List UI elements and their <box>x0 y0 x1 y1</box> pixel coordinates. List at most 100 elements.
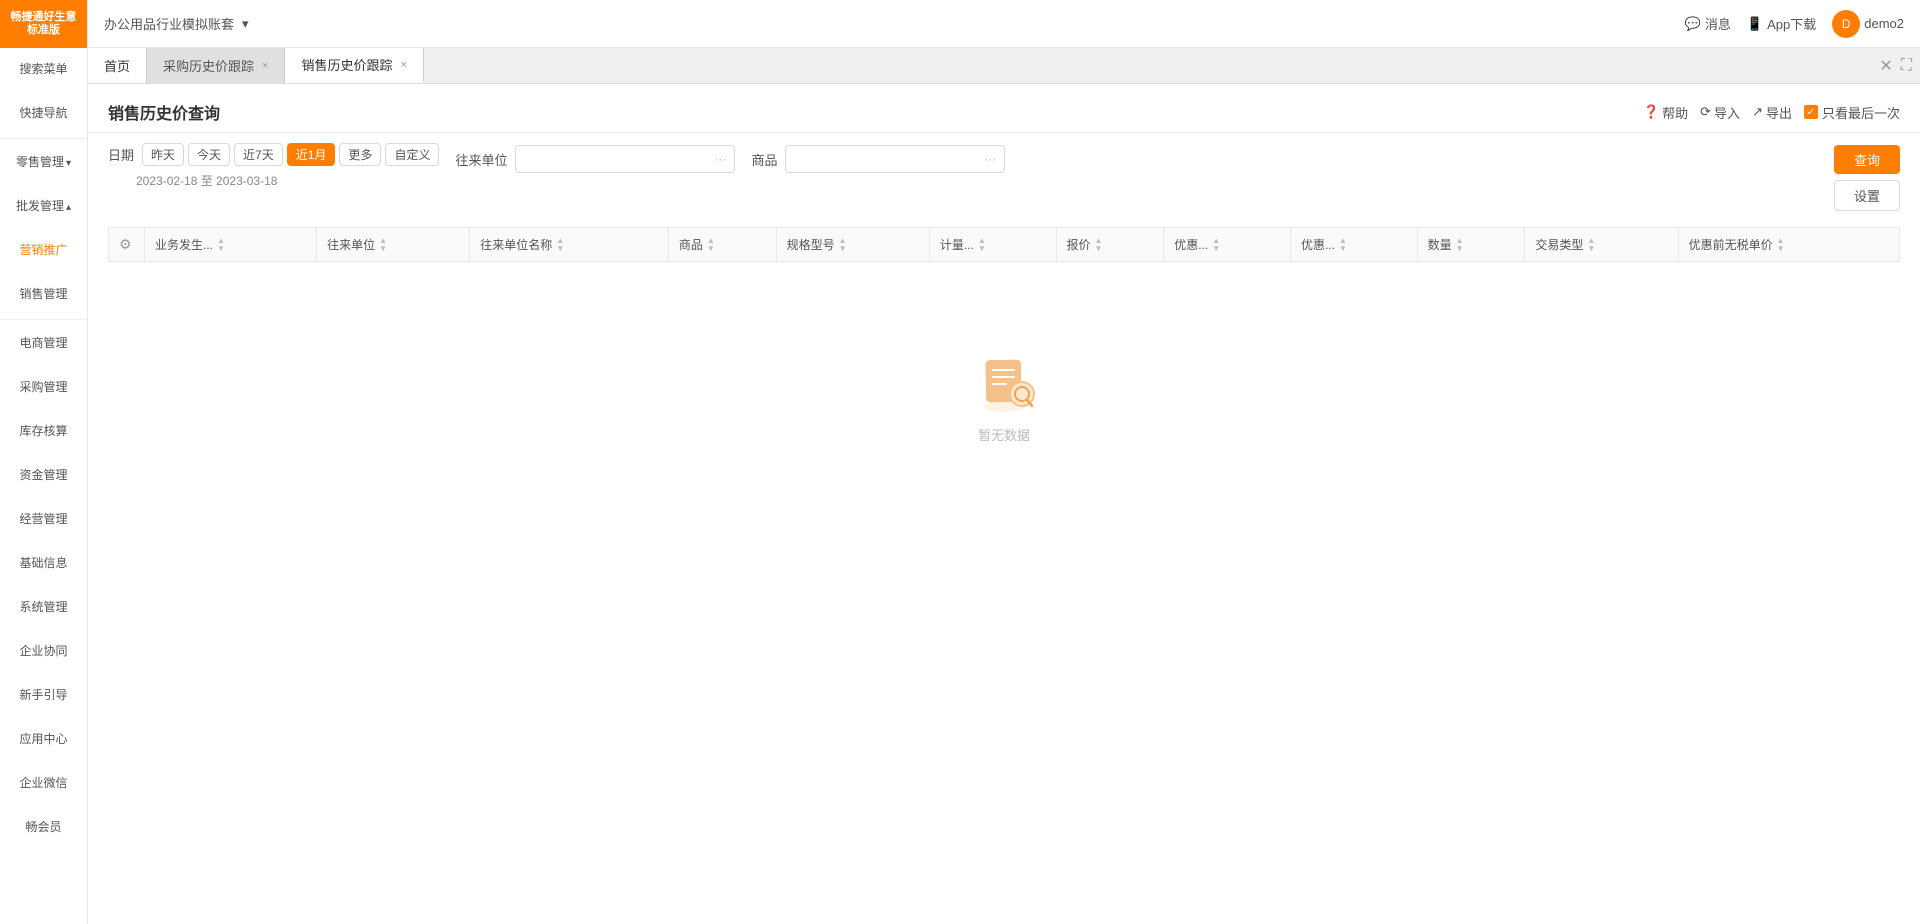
th-partner-code: 往来单位 ▲▼ <box>317 228 470 262</box>
app-label: App下载 <box>1767 14 1816 33</box>
sort-partner-code[interactable]: ▲▼ <box>379 237 387 253</box>
tab-home-label: 首页 <box>104 56 130 75</box>
th-trade-type: 交易类型 ▲▼ <box>1525 228 1678 262</box>
export-label: 导出 <box>1766 103 1792 122</box>
message-button[interactable]: 💬 消息 <box>1685 14 1731 33</box>
tab-purchase-label: 采购历史价跟踪 <box>163 56 254 75</box>
settings-icon[interactable]: ⚙ <box>119 236 132 252</box>
only-last-checkbox[interactable]: 只看最后一次 <box>1804 103 1900 122</box>
topbar-title: 办公用品行业模拟账套 <box>104 14 234 33</box>
date-custom[interactable]: 自定义 <box>385 143 439 166</box>
sort-spec[interactable]: ▲▼ <box>839 237 847 253</box>
help-button[interactable]: ❓ 帮助 <box>1643 103 1688 122</box>
tab-actions: ✕ ⛶ <box>1871 48 1920 83</box>
topbar-dropdown[interactable]: ▾ <box>242 16 249 32</box>
sort-pre-tax[interactable]: ▲▼ <box>1777 237 1785 253</box>
sort-unit[interactable]: ▲▼ <box>978 237 986 253</box>
partner-filter: 往来单位 ··· <box>455 145 735 173</box>
th-pre-tax: 优惠前无税单价 ▲▼ <box>1678 228 1899 262</box>
date-today[interactable]: 今天 <box>188 143 230 166</box>
content-area: 销售历史价查询 ❓ 帮助 ⟳ 导入 ↗ 导出 只看最后一次 <box>88 84 1920 924</box>
checkbox-icon <box>1804 105 1818 119</box>
sidebar-item-system[interactable]: 系统管理 <box>0 586 87 630</box>
sidebar-item-purchase[interactable]: 采购管理 <box>0 366 87 410</box>
th-biz-date: 业务发生... ▲▼ <box>145 228 317 262</box>
tab-purchase-close[interactable]: × <box>262 60 268 72</box>
tab-sales[interactable]: 销售历史价跟踪 × <box>285 48 423 83</box>
date-more[interactable]: 更多 <box>339 143 381 166</box>
only-last-label: 只看最后一次 <box>1822 103 1900 122</box>
tab-sales-close[interactable]: × <box>400 59 406 71</box>
sort-price[interactable]: ▲▼ <box>1095 237 1103 253</box>
sidebar-item-search[interactable]: 搜索菜单 <box>0 48 87 92</box>
sidebar-item-basic[interactable]: 基础信息 <box>0 542 87 586</box>
app-icon: 📱 <box>1747 16 1763 32</box>
tab-home[interactable]: 首页 <box>88 48 147 83</box>
date-yesterday[interactable]: 昨天 <box>142 143 184 166</box>
th-settings: ⚙ <box>109 228 145 262</box>
tab-purchase[interactable]: 采购历史价跟踪 × <box>147 48 285 83</box>
sidebar-item-shortcuts[interactable]: 快捷导航 <box>0 92 87 136</box>
date-filter-group: 日期 昨天 今天 近7天 近1月 更多 自定义 2023-02-18 至 202… <box>108 143 439 189</box>
sidebar-item-wechat[interactable]: 企业微信 <box>0 762 87 806</box>
partner-input[interactable]: ··· <box>515 145 735 173</box>
page-title: 销售历史价查询 <box>108 100 220 124</box>
th-goods: 商品 ▲▼ <box>668 228 776 262</box>
goods-dots: ··· <box>984 152 996 166</box>
sidebar-item-ecommerce[interactable]: 电商管理 <box>0 322 87 366</box>
date-filter-row: 日期 昨天 今天 近7天 近1月 更多 自定义 <box>108 143 439 166</box>
sidebar-item-ops[interactable]: 经营管理 <box>0 498 87 542</box>
logo-subtext: 标准版 <box>27 24 60 37</box>
app-download-button[interactable]: 📱 App下载 <box>1747 14 1816 33</box>
message-icon: 💬 <box>1685 16 1701 32</box>
message-label: 消息 <box>1705 14 1731 33</box>
sort-quantity[interactable]: ▲▼ <box>1456 237 1464 253</box>
goods-input[interactable]: ··· <box>785 145 1005 173</box>
sort-discount1[interactable]: ▲▼ <box>1212 237 1220 253</box>
sidebar-item-retail[interactable]: 零售管理 ▾ <box>0 141 87 185</box>
sidebar-item-member[interactable]: 畅会员 <box>0 806 87 850</box>
retail-arrow: ▾ <box>66 158 71 169</box>
sidebar-item-guide[interactable]: 新手引导 <box>0 674 87 718</box>
date-7days[interactable]: 近7天 <box>234 143 283 166</box>
empty-text: 暂无数据 <box>978 425 1030 444</box>
date-1month[interactable]: 近1月 <box>287 143 336 166</box>
sidebar-item-finance[interactable]: 资金管理 <box>0 454 87 498</box>
tab-sales-label: 销售历史价跟踪 <box>301 55 392 74</box>
sidebar-item-sales-mgmt[interactable]: 销售管理 <box>0 273 87 317</box>
help-label: 帮助 <box>1662 103 1688 122</box>
goods-label: 商品 <box>751 150 777 169</box>
user-profile[interactable]: D demo2 <box>1832 10 1904 38</box>
th-partner-name: 往来单位名称 ▲▼ <box>470 228 669 262</box>
empty-illustration <box>964 342 1044 425</box>
sidebar-item-inventory[interactable]: 库存核算 <box>0 410 87 454</box>
sort-biz-date[interactable]: ▲▼ <box>217 237 225 253</box>
sidebar-item-marketing[interactable]: 营销推广 <box>0 229 87 273</box>
tab-maximize[interactable]: ⛶ <box>1901 57 1912 75</box>
export-icon: ↗ <box>1752 104 1763 120</box>
logo-text: 畅捷通好生意 <box>11 11 77 24</box>
th-spec: 规格型号 ▲▼ <box>776 228 929 262</box>
username: demo2 <box>1864 16 1904 31</box>
sort-trade-type[interactable]: ▲▼ <box>1587 237 1595 253</box>
empty-state: 暂无数据 <box>108 262 1900 524</box>
wholesale-arrow: ▴ <box>66 202 71 213</box>
tab-close-all[interactable]: ✕ <box>1879 56 1892 76</box>
sort-goods[interactable]: ▲▼ <box>707 237 715 253</box>
sort-partner-name[interactable]: ▲▼ <box>556 237 564 253</box>
sidebar-item-apps[interactable]: 应用中心 <box>0 718 87 762</box>
topbar-right: 💬 消息 📱 App下载 D demo2 <box>1685 10 1904 38</box>
th-unit: 计量... ▲▼ <box>929 228 1056 262</box>
settings-button[interactable]: 设置 <box>1834 180 1900 211</box>
sort-discount2[interactable]: ▲▼ <box>1339 237 1347 253</box>
topbar-left: 办公用品行业模拟账套 ▾ <box>104 14 249 33</box>
tabbar: 首页 采购历史价跟踪 × 销售历史价跟踪 × ✕ ⛶ <box>88 48 1920 84</box>
export-button[interactable]: ↗ 导出 <box>1752 103 1792 122</box>
sidebar-item-wholesale[interactable]: 批发管理 ▴ <box>0 185 87 229</box>
table-header: ⚙ 业务发生... ▲▼ 往来单位 ▲▼ <box>109 228 1900 262</box>
sidebar: 畅捷通好生意 标准版 搜索菜单 快捷导航 零售管理 ▾ 批发管理 ▴ 营销推广 … <box>0 0 88 924</box>
date-btn-group: 昨天 今天 近7天 近1月 更多 自定义 <box>142 143 439 166</box>
query-button[interactable]: 查询 <box>1834 145 1900 174</box>
import-button[interactable]: ⟳ 导入 <box>1700 103 1740 122</box>
sidebar-item-enterprise[interactable]: 企业协同 <box>0 630 87 674</box>
